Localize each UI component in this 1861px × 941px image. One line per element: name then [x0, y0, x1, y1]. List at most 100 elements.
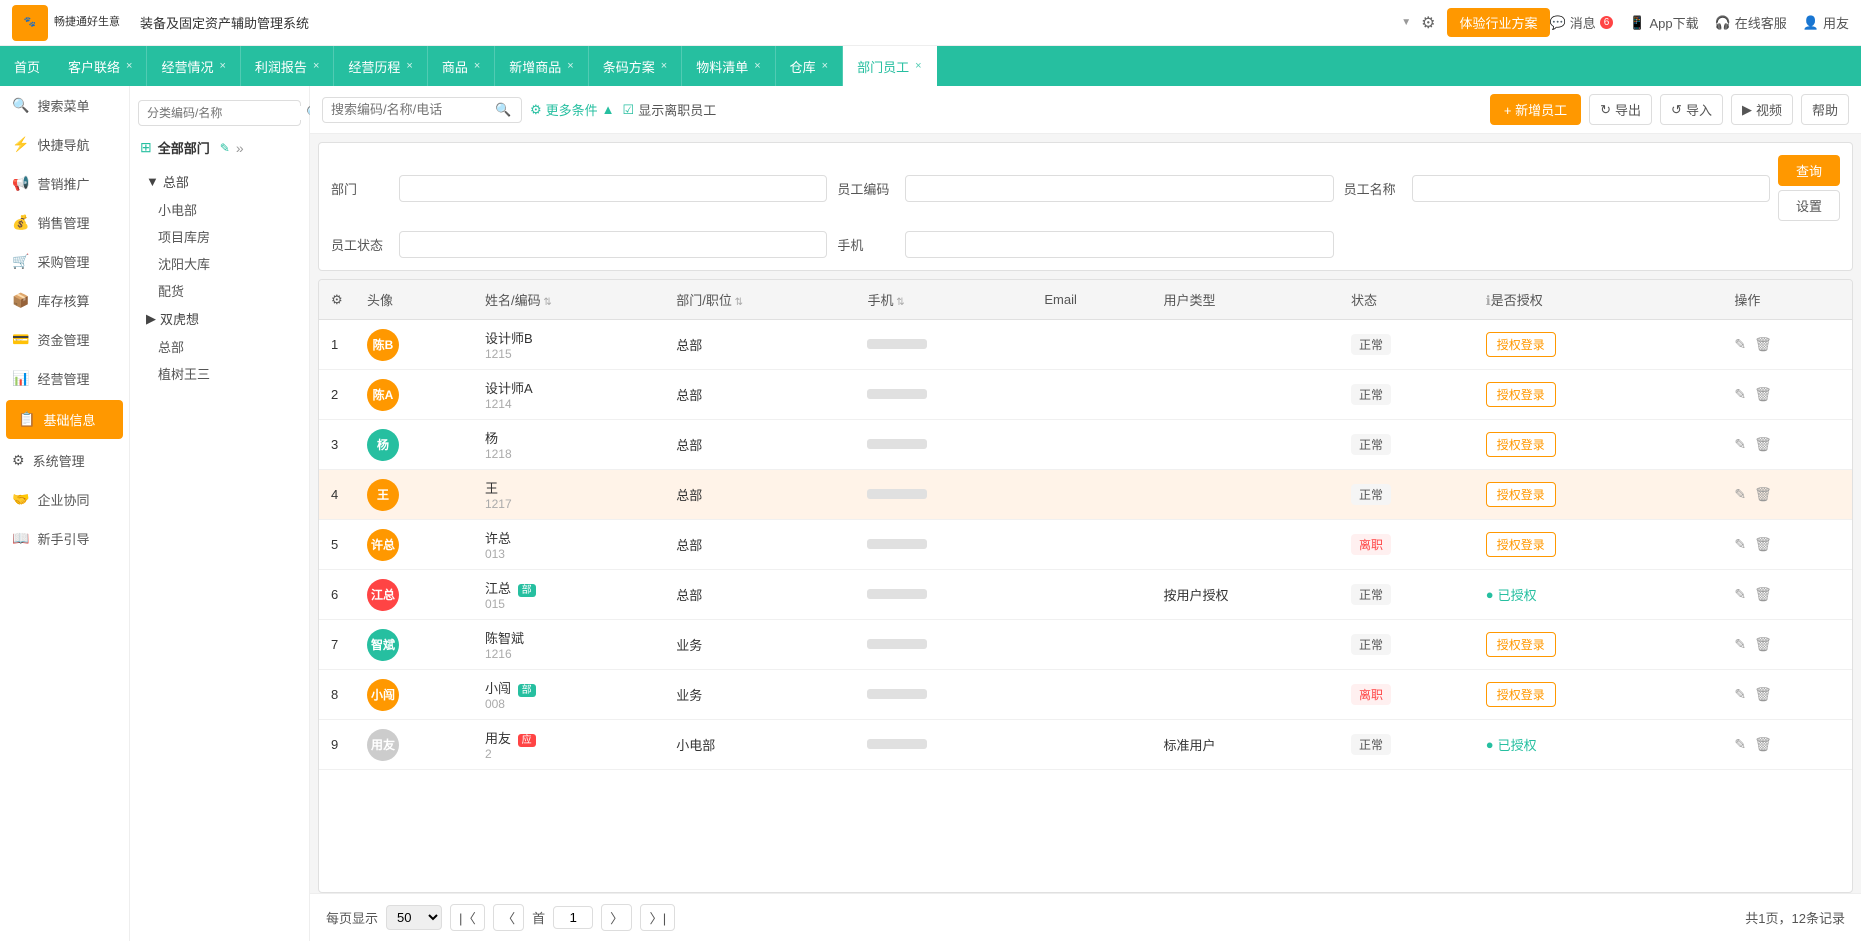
sidebar-item-marketing[interactable]: 📢 营销推广 — [0, 164, 129, 203]
add-employee-button[interactable]: + 新增员工 — [1490, 94, 1581, 125]
sidebar-item-finance[interactable]: 💳 资金管理 — [0, 320, 129, 359]
all-dept-title[interactable]: 全部部门 — [158, 138, 210, 157]
auth-btn[interactable]: 授权登录 — [1486, 632, 1556, 657]
th-name[interactable]: 姓名/编码 — [473, 280, 664, 320]
edit-icon[interactable]: ✎ — [1734, 486, 1746, 503]
dept-search-input[interactable] — [147, 106, 302, 120]
query-button[interactable]: 查询 — [1778, 155, 1840, 186]
sidebar-item-collab[interactable]: 🤝 企业协同 — [0, 480, 129, 519]
tab-operation[interactable]: 经营情况 × — [147, 46, 240, 86]
dept-child-project[interactable]: 项目库房 — [130, 223, 309, 250]
auth-info-icon[interactable]: ℹ — [1486, 293, 1491, 308]
first-page-btn[interactable]: |〈 — [450, 904, 485, 931]
close-icon[interactable]: × — [126, 60, 132, 72]
dept-filter-select[interactable] — [399, 175, 827, 202]
trial-button[interactable]: 体验行业方案 — [1447, 8, 1549, 37]
message-item[interactable]: 💬 消息 6 — [1550, 13, 1614, 32]
sidebar-item-inventory[interactable]: 📦 库存核算 — [0, 281, 129, 320]
edit-icon[interactable]: ✎ — [1734, 686, 1746, 703]
prev-page-btn[interactable]: 〈 — [493, 904, 524, 931]
auth-btn[interactable]: 授权登录 — [1486, 382, 1556, 407]
close-icon[interactable]: × — [754, 60, 760, 72]
sidebar-item-guide[interactable]: 📖 新手引导 — [0, 519, 129, 558]
employee-status-select[interactable] — [399, 231, 827, 258]
user-item[interactable]: 👤 用友 — [1803, 13, 1849, 32]
phone-input[interactable] — [905, 231, 1333, 258]
show-resigned-toggle[interactable]: ☑ 显示离职员工 — [623, 100, 717, 119]
edit-icon[interactable]: ✎ — [1734, 436, 1746, 453]
tab-barcode[interactable]: 条码方案 × — [589, 46, 682, 86]
close-icon[interactable]: × — [406, 60, 412, 72]
last-page-btn[interactable]: 〉| — [640, 904, 675, 931]
delete-icon[interactable]: 🗑 — [1754, 586, 1772, 603]
sidebar-item-search[interactable]: 🔍 搜索菜单 — [0, 86, 129, 125]
delete-icon[interactable]: 🗑 — [1754, 486, 1772, 503]
tab-profit[interactable]: 利润报告 × — [241, 46, 334, 86]
auth-btn[interactable]: 授权登录 — [1486, 532, 1556, 557]
settings-form-button[interactable]: 设置 — [1778, 190, 1840, 221]
close-icon[interactable]: × — [474, 60, 480, 72]
auth-btn[interactable]: 授权登录 — [1486, 432, 1556, 457]
tab-bom[interactable]: 物料清单 × — [682, 46, 775, 86]
dept-item-shuanghu[interactable]: ▶ 双虎想 — [130, 304, 309, 333]
search-toolbar-icon[interactable]: 🔍 — [495, 102, 511, 118]
dept-child-zongbu[interactable]: 总部 — [130, 333, 309, 360]
th-settings[interactable]: ⚙ — [319, 280, 355, 320]
edit-icon[interactable]: ✎ — [1734, 336, 1746, 353]
dept-child-peihuo[interactable]: 配货 — [130, 277, 309, 304]
edit-icon[interactable]: ✎ — [1734, 586, 1746, 603]
employee-code-input[interactable] — [905, 175, 1333, 202]
sidebar-item-operation[interactable]: 📊 经营管理 — [0, 359, 129, 398]
delete-icon[interactable]: 🗑 — [1754, 536, 1772, 553]
import-button[interactable]: ↺ 导入 — [1660, 94, 1723, 125]
delete-icon[interactable]: 🗑 — [1754, 336, 1772, 353]
delete-icon[interactable]: 🗑 — [1754, 736, 1772, 753]
dept-child-zhishu[interactable]: 植树王三 — [130, 360, 309, 387]
tab-history[interactable]: 经营历程 × — [334, 46, 427, 86]
edit-icon[interactable]: ✎ — [1734, 386, 1746, 403]
table-settings-icon[interactable]: ⚙ — [331, 292, 343, 307]
employee-name-input[interactable] — [1412, 175, 1770, 202]
sidebar-item-basic[interactable]: 📋 基础信息 — [6, 400, 123, 439]
help-button[interactable]: 帮助 — [1801, 94, 1849, 125]
tab-customer[interactable]: 客户联络 × — [54, 46, 147, 86]
close-icon[interactable]: × — [661, 60, 667, 72]
tab-home[interactable]: 首页 — [0, 46, 54, 86]
auth-btn[interactable]: 授权登录 — [1486, 332, 1556, 357]
dept-child-xiaodibu[interactable]: 小电部 — [130, 196, 309, 223]
delete-icon[interactable]: 🗑 — [1754, 686, 1772, 703]
close-icon[interactable]: × — [915, 60, 921, 72]
more-conditions-btn[interactable]: ⚙ 更多条件 ▲ — [530, 100, 615, 119]
dept-collapse-btn[interactable]: » — [236, 140, 244, 156]
tab-goods[interactable]: 商品 × — [428, 46, 495, 86]
online-service-item[interactable]: 🎧 在线客服 — [1715, 13, 1787, 32]
dept-edit-icon[interactable]: ✎ — [220, 141, 230, 155]
auth-btn[interactable]: 授权登录 — [1486, 482, 1556, 507]
sidebar-item-system[interactable]: ⚙ 系统管理 — [0, 441, 129, 480]
th-phone[interactable]: 手机 — [855, 280, 1032, 320]
sidebar-item-purchase[interactable]: 🛒 采购管理 — [0, 242, 129, 281]
settings-icon[interactable]: ⚙ — [1421, 13, 1435, 33]
dept-child-shenyang[interactable]: 沈阳大库 — [130, 250, 309, 277]
edit-icon[interactable]: ✎ — [1734, 536, 1746, 553]
close-icon[interactable]: × — [567, 60, 573, 72]
export-button[interactable]: ↻ 导出 — [1589, 94, 1652, 125]
search-toolbar-input[interactable] — [331, 102, 491, 117]
delete-icon[interactable]: 🗑 — [1754, 436, 1772, 453]
page-size-select[interactable]: 50 20 100 — [386, 905, 442, 930]
delete-icon[interactable]: 🗑 — [1754, 636, 1772, 653]
tab-warehouse[interactable]: 仓库 × — [776, 46, 843, 86]
page-number-input[interactable] — [553, 906, 593, 929]
edit-icon[interactable]: ✎ — [1734, 736, 1746, 753]
delete-icon[interactable]: 🗑 — [1754, 386, 1772, 403]
edit-icon[interactable]: ✎ — [1734, 636, 1746, 653]
sidebar-item-sales[interactable]: 💰 销售管理 — [0, 203, 129, 242]
tab-new-goods[interactable]: 新增商品 × — [495, 46, 588, 86]
system-dropdown-arrow[interactable]: ▼ — [1401, 17, 1411, 28]
sidebar-item-shortcut[interactable]: ⚡ 快捷导航 — [0, 125, 129, 164]
auth-btn[interactable]: 授权登录 — [1486, 682, 1556, 707]
th-dept[interactable]: 部门/职位 — [664, 280, 855, 320]
view-button[interactable]: ▶ 视频 — [1731, 94, 1793, 125]
close-icon[interactable]: × — [219, 60, 225, 72]
dept-item-head[interactable]: ▼ 总部 — [130, 167, 309, 196]
